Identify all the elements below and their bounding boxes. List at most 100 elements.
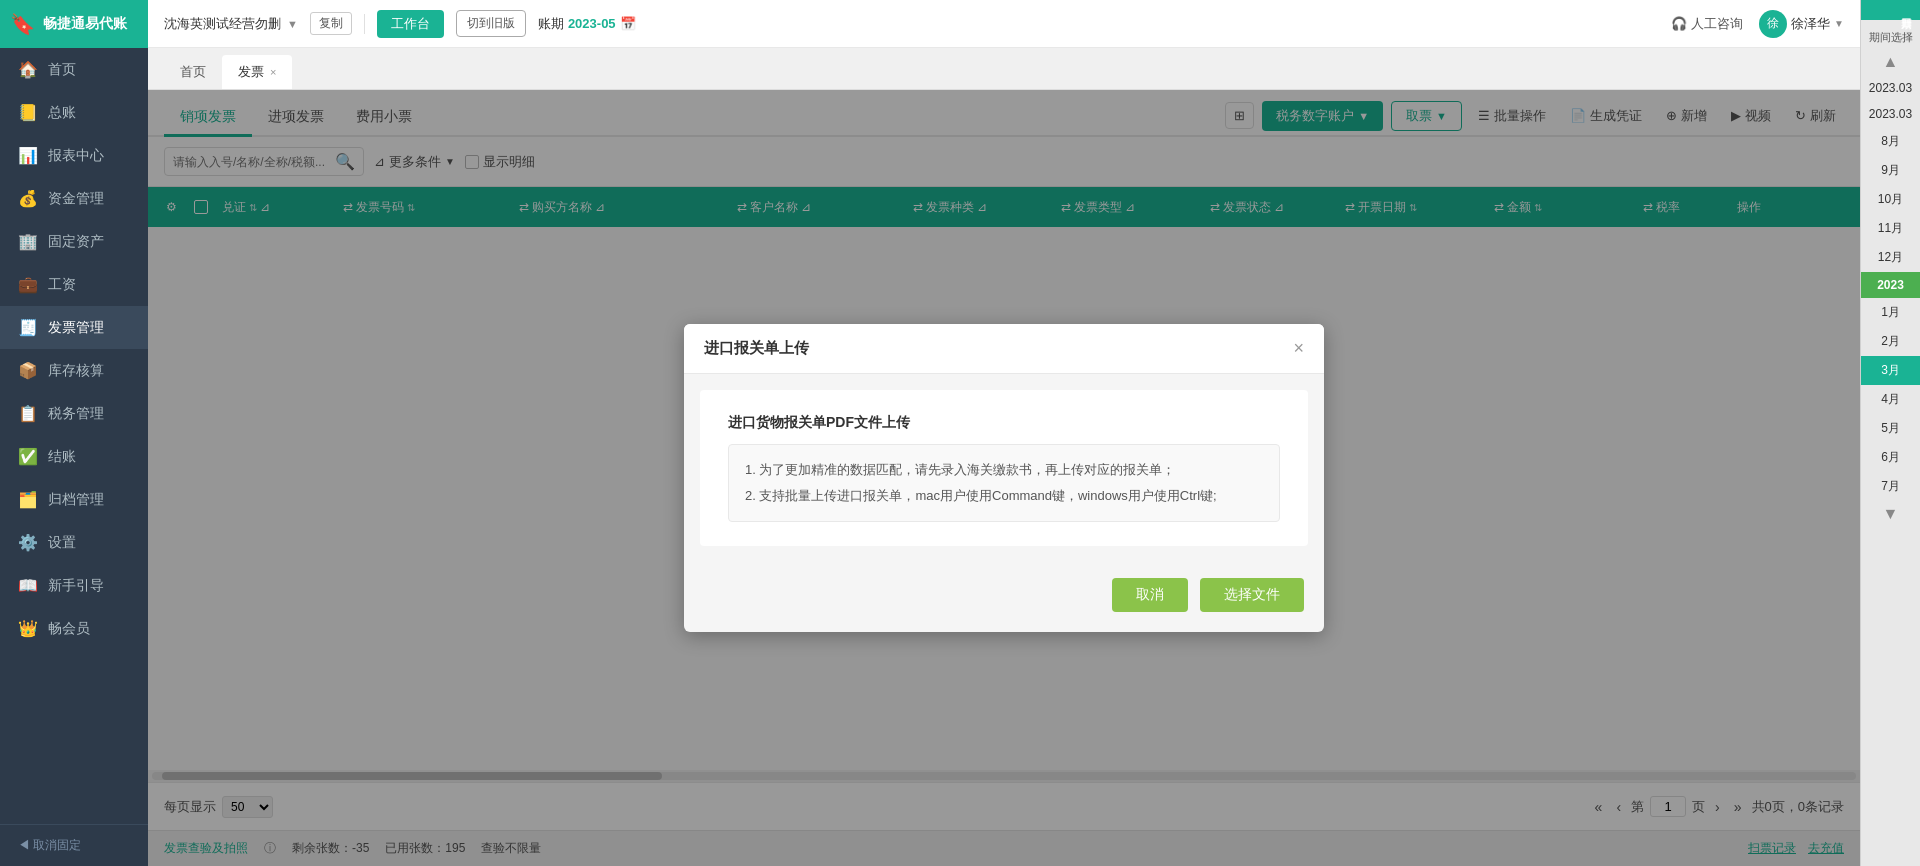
- period-item-apr[interactable]: 4月: [1861, 385, 1920, 414]
- modal-select-file-button[interactable]: 选择文件: [1200, 578, 1304, 612]
- period-item-4[interactable]: 10月: [1861, 185, 1920, 214]
- sidebar-item-label: 畅会员: [48, 620, 90, 638]
- modal-overlay: 进口报关单上传 × 进口货物报关单PDF文件上传 1. 为了更加精准的数据匹配，…: [148, 90, 1860, 866]
- member-icon: 👑: [18, 619, 38, 638]
- modal-body-title: 进口货物报关单PDF文件上传: [728, 414, 1280, 432]
- content-area: 销项发票 进项发票 费用小票 ⊞ 税务数字账户 ▼ 取票 ▼: [148, 90, 1860, 866]
- user-menu[interactable]: 徐 徐泽华 ▼: [1759, 10, 1844, 38]
- sidebar-item-archive[interactable]: 🗂️ 归档管理: [0, 478, 148, 521]
- sidebar-item-home[interactable]: 🏠 首页: [0, 48, 148, 91]
- home-icon: 🏠: [18, 60, 38, 79]
- sidebar-item-label: 新手引导: [48, 577, 104, 595]
- tab-invoice[interactable]: 发票 ×: [222, 55, 292, 89]
- sidebar-item-reports[interactable]: 📊 报表中心: [0, 134, 148, 177]
- period-value: 2023-05: [568, 16, 616, 31]
- calendar-icon[interactable]: 📅: [620, 16, 636, 31]
- period-select-label: 期间选择: [1869, 26, 1913, 49]
- guide-icon: 📖: [18, 576, 38, 595]
- period-down-button[interactable]: ▼: [1861, 501, 1920, 527]
- company-selector[interactable]: 沈海英测试经营勿删 ▼: [164, 15, 298, 33]
- sidebar-item-label: 设置: [48, 534, 76, 552]
- inventory-icon: 📦: [18, 361, 38, 380]
- import-modal: 进口报关单上传 × 进口货物报关单PDF文件上传 1. 为了更加精准的数据匹配，…: [684, 324, 1324, 632]
- modal-body: 进口货物报关单PDF文件上传 1. 为了更加精准的数据匹配，请先录入海关缴款书，…: [700, 390, 1308, 546]
- modal-info-box: 1. 为了更加精准的数据匹配，请先录入海关缴款书，再上传对应的报关单； 2. 支…: [728, 444, 1280, 522]
- service-button[interactable]: 🎧 人工咨询: [1671, 15, 1743, 33]
- invoice-icon: 🧾: [18, 318, 38, 337]
- modal-cancel-button[interactable]: 取消: [1112, 578, 1188, 612]
- sidebar-item-tax[interactable]: 📋 税务管理: [0, 392, 148, 435]
- sidebar-item-label: 发票管理: [48, 319, 104, 337]
- period-item-year[interactable]: 2023: [1861, 272, 1920, 298]
- sidebar-item-guide[interactable]: 📖 新手引导: [0, 564, 148, 607]
- period-item-3[interactable]: 9月: [1861, 156, 1920, 185]
- sidebar-footer-label: ◀ 取消固定: [18, 837, 81, 854]
- assets-icon: 🏢: [18, 232, 38, 251]
- period-up-button[interactable]: ▲: [1861, 49, 1920, 75]
- sidebar-item-label: 固定资产: [48, 233, 104, 251]
- sidebar-item-salary[interactable]: 💼 工资: [0, 263, 148, 306]
- period-label: 账期: [538, 15, 564, 33]
- period-item-5[interactable]: 11月: [1861, 214, 1920, 243]
- company-name: 沈海英测试经营勿删: [164, 15, 281, 33]
- topbar: 沈海英测试经营勿删 ▼ 复制 工作台 切到旧版 账期 2023-05 📅 🎧 人…: [148, 0, 1860, 48]
- modal-close-button[interactable]: ×: [1293, 338, 1304, 359]
- reports-icon: 📊: [18, 146, 38, 165]
- sidebar-item-label: 资金管理: [48, 190, 104, 208]
- sidebar-item-label: 库存核算: [48, 362, 104, 380]
- settings-icon: ⚙️: [18, 533, 38, 552]
- period-item-mar[interactable]: 3月: [1861, 356, 1920, 385]
- avatar: 徐: [1759, 10, 1787, 38]
- period-item-1[interactable]: 2023.03: [1861, 101, 1920, 127]
- period-item-0[interactable]: 2023.03: [1861, 75, 1920, 101]
- topbar-divider: [364, 14, 365, 34]
- user-dropdown-icon: ▼: [1834, 18, 1844, 29]
- period-item-jan[interactable]: 1月: [1861, 298, 1920, 327]
- tax-icon: 📋: [18, 404, 38, 423]
- sidebar-footer-toggle[interactable]: ◀ 取消固定: [0, 824, 148, 866]
- sidebar-item-label: 归档管理: [48, 491, 104, 509]
- ledger-icon: 📒: [18, 103, 38, 122]
- main-area: 沈海英测试经营勿删 ▼ 复制 工作台 切到旧版 账期 2023-05 📅 🎧 人…: [148, 0, 1860, 866]
- right-panel: 开票日期 期间选择 ▲ 2023.03 2023.03 8月 9月 10月 11…: [1860, 0, 1920, 866]
- modal-info-line1: 1. 为了更加精准的数据匹配，请先录入海关缴款书，再上传对应的报关单；: [745, 457, 1263, 483]
- sidebar-item-member[interactable]: 👑 畅会员: [0, 607, 148, 650]
- modal-title: 进口报关单上传: [704, 339, 809, 358]
- logo-text: 畅捷通易代账: [43, 15, 127, 33]
- modal-footer: 取消 选择文件: [684, 562, 1324, 632]
- version-switch-button[interactable]: 切到旧版: [456, 10, 526, 37]
- sidebar-item-assets[interactable]: 🏢 固定资产: [0, 220, 148, 263]
- sidebar-item-ledger[interactable]: 📒 总账: [0, 91, 148, 134]
- sidebar-item-label: 工资: [48, 276, 76, 294]
- period-item-may[interactable]: 5月: [1861, 414, 1920, 443]
- workspace-button[interactable]: 工作台: [377, 10, 444, 38]
- open-date-filter-button[interactable]: 开票日期: [1861, 0, 1920, 20]
- tab-invoice-label: 发票: [238, 63, 264, 81]
- period-item-6[interactable]: 12月: [1861, 243, 1920, 272]
- copy-button[interactable]: 复制: [310, 12, 352, 35]
- nav-tabs: 首页 发票 ×: [148, 48, 1860, 90]
- sidebar-item-funds[interactable]: 💰 资金管理: [0, 177, 148, 220]
- topbar-right: 🎧 人工咨询 徐 徐泽华 ▼: [1671, 10, 1844, 38]
- modal-info-line2: 2. 支持批量上传进口报关单，mac用户使用Command键，windows用户…: [745, 483, 1263, 509]
- tab-close-icon[interactable]: ×: [270, 66, 276, 78]
- sidebar-item-invoice[interactable]: 🧾 发票管理: [0, 306, 148, 349]
- sidebar-logo[interactable]: 🔖 畅捷通易代账: [0, 0, 148, 48]
- sidebar: 🔖 畅捷通易代账 🏠 首页 📒 总账 📊 报表中心 💰 资金管理 🏢 固定资产 …: [0, 0, 148, 866]
- sidebar-item-checkout[interactable]: ✅ 结账: [0, 435, 148, 478]
- period-item-jun[interactable]: 6月: [1861, 443, 1920, 472]
- sidebar-item-label: 首页: [48, 61, 76, 79]
- salary-icon: 💼: [18, 275, 38, 294]
- sidebar-item-label: 结账: [48, 448, 76, 466]
- period-item-jul[interactable]: 7月: [1861, 472, 1920, 501]
- period-item-feb[interactable]: 2月: [1861, 327, 1920, 356]
- checkout-icon: ✅: [18, 447, 38, 466]
- tab-home[interactable]: 首页: [164, 55, 222, 89]
- sidebar-item-settings[interactable]: ⚙️ 设置: [0, 521, 148, 564]
- sidebar-item-label: 总账: [48, 104, 76, 122]
- username: 徐泽华: [1791, 15, 1830, 33]
- period-display: 账期 2023-05 📅: [538, 15, 636, 33]
- sidebar-item-label: 税务管理: [48, 405, 104, 423]
- sidebar-item-inventory[interactable]: 📦 库存核算: [0, 349, 148, 392]
- period-item-2[interactable]: 8月: [1861, 127, 1920, 156]
